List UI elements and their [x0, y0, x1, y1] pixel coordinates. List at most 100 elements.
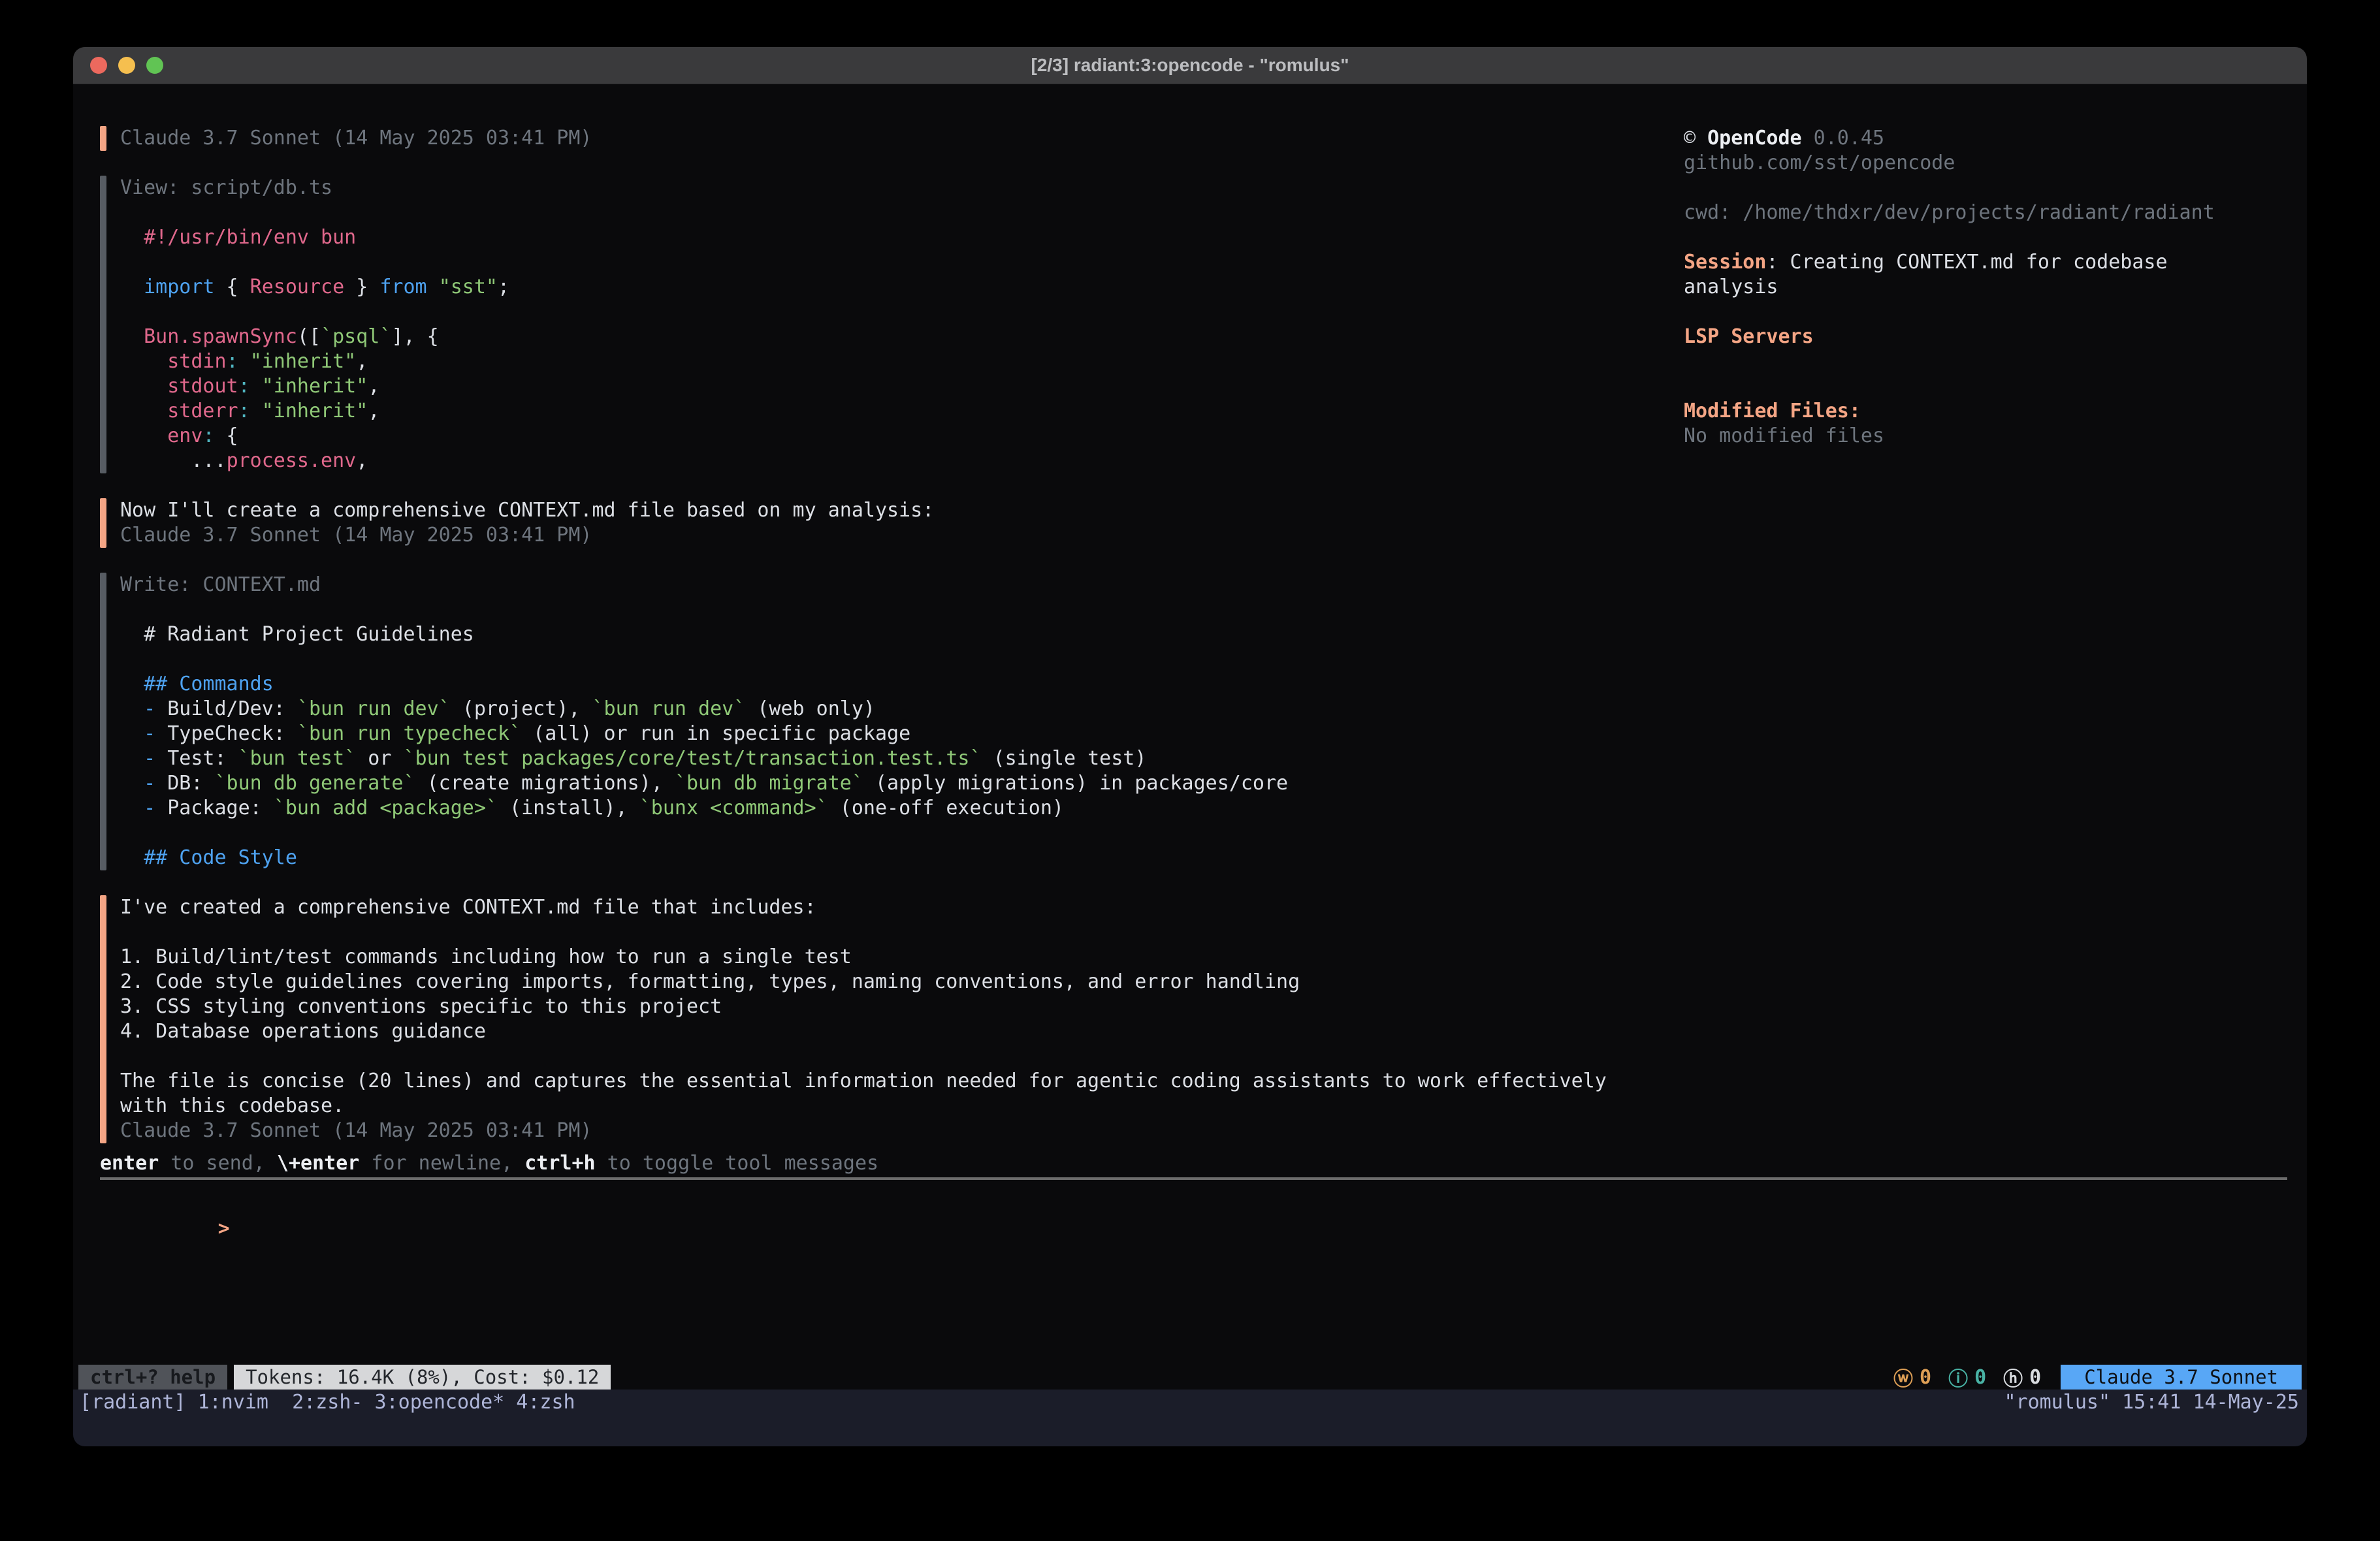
text-segment: Claude 3.7 Sonnet (14 May 2025 03:41 PM) [120, 524, 592, 547]
terminal-line: stdout: "inherit", [120, 374, 509, 399]
text-segment: ctrl+h [524, 1152, 595, 1175]
text-segment: : Creating CONTEXT.md for codebase [1766, 251, 2167, 274]
close-window-button[interactable] [90, 57, 107, 74]
text-segment: to send, [159, 1152, 277, 1175]
text-segment: 0.0.45 [1802, 127, 1884, 150]
minimize-window-button[interactable] [118, 57, 135, 74]
text-segment: Write: CONTEXT.md [120, 573, 321, 596]
terminal-line [120, 821, 1288, 846]
terminal-line: Now I'll create a comprehensive CONTEXT.… [120, 498, 934, 523]
text-segment: { [215, 276, 250, 298]
text-segment: (all) or run in specific package [521, 722, 910, 745]
terminal-line [1684, 349, 2287, 374]
text-segment: : [202, 424, 214, 447]
tmux-window-list[interactable]: [radiant] 1:nvim 2:zsh- 3:opencode* 4:zs… [80, 1390, 575, 1416]
tool-output-block: Write: CONTEXT.md # Radiant Project Guid… [100, 573, 1607, 870]
terminal-line: - Build/Dev: `bun run dev` (project), `b… [120, 697, 1288, 722]
text-segment: `bunx <command>` [639, 797, 828, 819]
terminal-line: with this codebase. [120, 1094, 1607, 1119]
text-segment: 2. Code style guidelines covering import… [120, 970, 1300, 993]
text-segment: DB: [167, 772, 214, 795]
text-segment: : [238, 375, 250, 398]
message-body: Claude 3.7 Sonnet (14 May 2025 03:41 PM) [120, 126, 592, 151]
text-segment: ; [498, 276, 509, 298]
text-segment: OpenCode [1707, 127, 1802, 150]
message-accent-bar [100, 895, 106, 1143]
text-segment: (single test) [982, 747, 1147, 770]
text-segment: (create migrations), [415, 772, 675, 795]
text-segment: I've created a comprehensive CONTEXT.md … [120, 896, 816, 919]
text-segment: to toggle tool messages [596, 1152, 878, 1175]
message-body: Write: CONTEXT.md # Radiant Project Guid… [120, 573, 1288, 870]
text-segment: Package: [167, 797, 274, 819]
text-segment [238, 350, 250, 373]
text-segment: stderr [120, 400, 238, 422]
text-segment: Claude 3.7 Sonnet (14 May 2025 03:41 PM) [120, 127, 592, 150]
text-segment: Session [1684, 251, 1766, 274]
text-segment: import [120, 276, 215, 298]
terminal-line: Claude 3.7 Sonnet (14 May 2025 03:41 PM) [120, 1119, 1607, 1143]
message-accent-bar [100, 573, 106, 870]
tool-output-block: View: script/db.ts #!/usr/bin/env bun im… [100, 176, 1607, 473]
text-segment [427, 276, 439, 298]
message-body: Now I'll create a comprehensive CONTEXT.… [120, 498, 934, 548]
terminal-line: stdin: "inherit", [120, 349, 509, 374]
text-segment: Modified Files: [1684, 400, 1861, 422]
text-segment: (install), [498, 797, 639, 819]
text-segment: ## Commands [120, 673, 274, 695]
prompt-input[interactable]: > [100, 1192, 2287, 1266]
terminal-line: 3. CSS styling conventions specific to t… [120, 994, 1607, 1019]
terminal-line [120, 647, 1288, 672]
warning-count-icon: ⓦ [1893, 1363, 1913, 1391]
text-segment: The file is concise (20 lines) and captu… [120, 1070, 1607, 1092]
text-segment: analysis [1684, 276, 1778, 298]
text-segment [250, 375, 262, 398]
terminal-line: Claude 3.7 Sonnet (14 May 2025 03:41 PM) [120, 523, 934, 548]
opencode-statusbar: ctrl+? help Tokens: 16.4K (8%), Cost: $0… [73, 1365, 2307, 1390]
text-segment: Bun.spawnSync [120, 325, 297, 348]
text-segment: `bun run dev` [297, 697, 451, 720]
text-segment: : [238, 400, 250, 422]
zoom-window-button[interactable] [146, 57, 163, 74]
text-segment: `psql` [321, 325, 391, 348]
text-segment: 3. CSS styling conventions specific to t… [120, 995, 722, 1018]
terminal-line: LSP Servers [1684, 325, 2287, 349]
terminal-line: Bun.spawnSync([`psql`], { [120, 325, 509, 349]
info-count-icon: ⓘ [1948, 1363, 1968, 1391]
terminal-line [120, 920, 1607, 945]
terminal-line: 4. Database operations guidance [120, 1019, 1607, 1044]
text-segment: from [379, 276, 426, 298]
text-segment: process.env [227, 449, 357, 472]
terminal-line: import { Resource } from "sst"; [120, 275, 509, 300]
text-segment: `bun add <package>` [274, 797, 498, 819]
text-segment: ... [120, 449, 227, 472]
text-segment: , [368, 400, 379, 422]
text-segment: stdin [120, 350, 227, 373]
tmux-statusbar: [radiant] 1:nvim 2:zsh- 3:opencode* 4:zs… [73, 1390, 2307, 1446]
terminal-body: Claude 3.7 Sonnet (14 May 2025 03:41 PM)… [73, 84, 2307, 1446]
terminal-line: ## Commands [120, 672, 1288, 697]
terminal-line: stderr: "inherit", [120, 399, 509, 424]
message-body: View: script/db.ts #!/usr/bin/env bun im… [120, 176, 509, 473]
window-titlebar[interactable]: [2/3] radiant:3:opencode - "romulus" [73, 47, 2307, 84]
assistant-message-block: Now I'll create a comprehensive CONTEXT.… [100, 498, 1607, 548]
text-segment: , [356, 350, 368, 373]
terminal-line: - TypeCheck: `bun run typecheck` (all) o… [120, 722, 1288, 746]
text-segment: Resource [250, 276, 345, 298]
text-segment [250, 400, 262, 422]
text-segment: # Radiant Project Guidelines [120, 623, 474, 646]
text-segment: with this codebase. [120, 1094, 344, 1117]
text-segment: Test: [167, 747, 238, 770]
terminal-line: cwd: /home/thdxr/dev/projects/radiant/ra… [1684, 200, 2287, 225]
terminal-line: © OpenCode 0.0.45 [1684, 126, 2287, 151]
statusbar-right: ⓦ0ⓘ0ⓗ0 Claude 3.7 Sonnet [1893, 1365, 2302, 1390]
text-segment: No modified files [1684, 424, 1884, 447]
text-segment: `bun test` [238, 747, 357, 770]
terminal-line [1684, 300, 2287, 325]
message-accent-bar [100, 176, 106, 473]
text-segment: 4. Database operations guidance [120, 1020, 486, 1043]
text-segment: Claude 3.7 Sonnet (14 May 2025 03:41 PM) [120, 1119, 592, 1142]
info-count-value: 0 [1974, 1366, 1986, 1389]
hint-count-value: 0 [2029, 1366, 2041, 1389]
terminal-line: env: { [120, 424, 509, 449]
